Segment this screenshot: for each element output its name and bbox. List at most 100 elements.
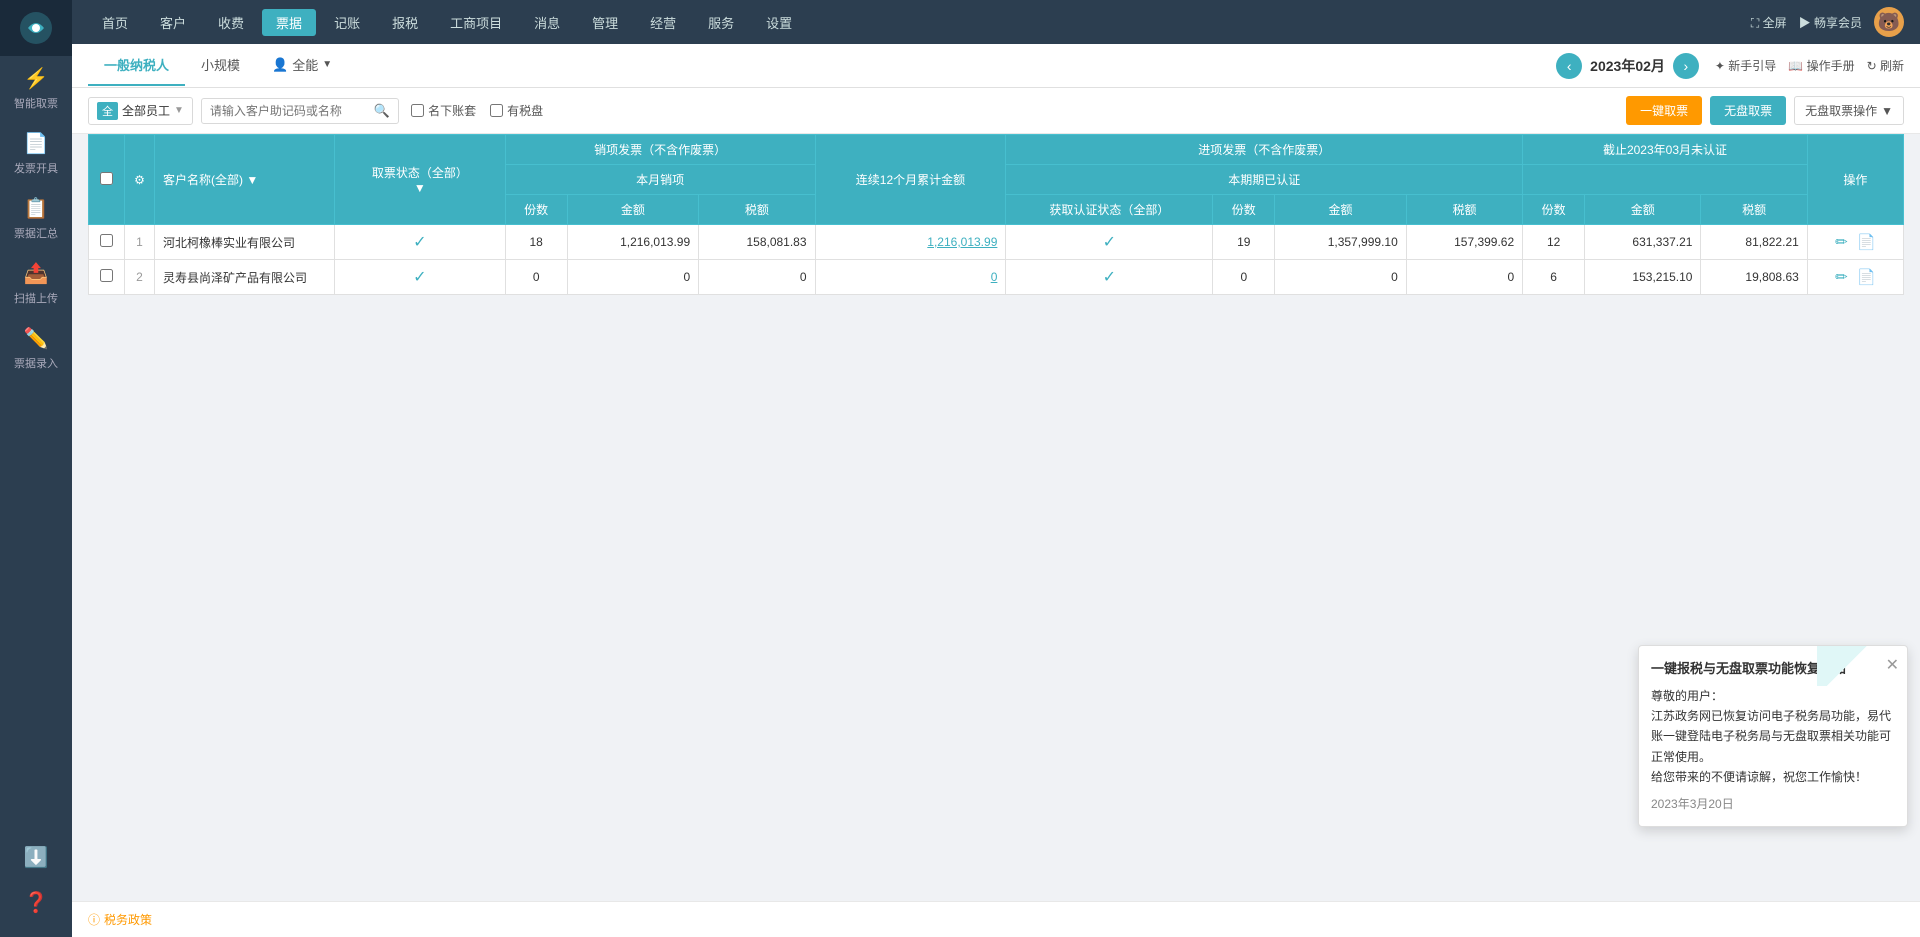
member-button[interactable]: ▶ 畅享会员 [1799,14,1862,31]
manual-button[interactable]: 📖 操作手册 [1788,57,1854,74]
employee-dropdown-icon: ▼ [174,105,184,116]
row1-cert-status: ✓ [1006,225,1213,260]
nav-message[interactable]: 消息 [520,9,574,36]
th-certified: 本期期已认证 [1006,165,1523,195]
row2-cert-tax: 0 [1406,260,1522,295]
tab-general-taxpayer-label: 一般纳税人 [104,55,169,74]
checkbox-has-taxdisk[interactable]: 有税盘 [490,102,543,119]
sidebar-item-issue-invoice[interactable]: 📄 发票开具 [0,121,72,186]
employee-selector[interactable]: 全 全部员工 ▼ [88,97,193,125]
row2-detail-icon[interactable]: 📄 [1857,269,1876,286]
app-logo[interactable] [0,0,72,56]
notif-close-button[interactable]: ✕ [1886,652,1899,679]
row2-sales-amount: 0 [567,260,699,295]
sidebar-item-help[interactable]: ❓ [0,880,72,925]
nav-collection[interactable]: 收费 [204,9,258,36]
period-prev-button[interactable]: ‹ [1556,53,1582,79]
sidebar-item-data-entry[interactable]: ✏️ 票据录入 [0,316,72,381]
row2-cert-status: ✓ [1006,260,1213,295]
invoice-table: ⚙ 客户名称(全部) ▼ 取票状态（全部） ▼ 销项发票（不含作废票） 连续12… [88,134,1904,295]
nav-business[interactable]: 工商项目 [436,9,516,36]
nav-tax[interactable]: 报税 [378,9,432,36]
user-avatar[interactable]: 🐻 [1874,7,1904,37]
th-uncert-tax: 税额 [1701,195,1807,225]
row2-uncert-amount: 153,215.10 [1585,260,1701,295]
employee-label: 全部员工 [122,102,170,119]
search-icon[interactable]: 🔍 [374,103,390,119]
period-navigation: ‹ 2023年02月 › [1556,53,1699,79]
fullscreen-button[interactable]: ⛶ 全屏 [1751,14,1787,31]
subtab-actions: ✦ 新手引导 📖 操作手册 ↻ 刷新 [1715,57,1904,74]
th-cert-status: 获取认证状态（全部） [1006,195,1213,225]
th-uncert-amount: 金额 [1585,195,1701,225]
no-disk-ops-label: 无盘取票操作 [1805,102,1877,119]
smart-fetch-icon: ⚡ [24,66,49,91]
tab-small-scale-label: 小规模 [201,55,240,74]
th-cert-count: 份数 [1213,195,1275,225]
notif-body: 江苏政务网已恢复访问电子税务局功能，易代账一键登陆电子税务局与无盘取票相关功能可… [1651,706,1895,767]
nav-bookkeeping[interactable]: 记账 [320,9,374,36]
nav-customer[interactable]: 客户 [146,9,200,36]
sidebar-item-download[interactable]: ⬇️ [0,835,72,880]
has-taxdisk-checkbox[interactable] [490,104,503,117]
th-customer: 客户名称(全部) ▼ [155,135,335,225]
sidebar-item-smart-fetch[interactable]: ⚡ 智能取票 [0,56,72,121]
sidebar: ⚡ 智能取票 📄 发票开具 📋 票据汇总 📤 扫描上传 ✏️ 票据录入 ⬇️ ❓ [0,0,72,937]
row1-edit-icon[interactable]: ✏ [1835,234,1848,251]
nav-settings[interactable]: 设置 [752,9,806,36]
table-row: 1 河北柯橡棒实业有限公司 ✓ 18 1,216,013.99 158,081.… [89,225,1904,260]
no-disk-fetch-button[interactable]: 无盘取票 [1710,96,1786,125]
row1-detail-icon[interactable]: 📄 [1857,234,1876,251]
period-next-button[interactable]: › [1673,53,1699,79]
sidebar-label-issue-invoice: 发票开具 [14,160,58,176]
period-display: 2023年02月 [1590,56,1665,76]
row2-status-icon: ✓ [413,269,426,286]
select-all-checkbox[interactable] [100,172,113,185]
notif-decoration [1817,646,1877,686]
my-accounts-checkbox[interactable] [411,104,424,117]
tab-small-scale[interactable]: 小规模 [185,45,256,86]
checkbox-my-accounts[interactable]: 名下账套 [411,102,476,119]
notif-greeting: 尊敬的用户： [1651,686,1895,706]
th-cert-amount: 金额 [1275,195,1407,225]
row2-uncert-tax: 19,808.63 [1701,260,1807,295]
tax-policy-icon: ⓘ [88,911,100,928]
th-operations: 操作 [1807,135,1903,225]
th-settings: ⚙ [125,135,155,225]
row2-edit-icon[interactable]: ✏ [1835,269,1848,286]
row1-sales-12m[interactable]: 1,216,013.99 [815,225,1006,260]
nav-management[interactable]: 管理 [578,9,632,36]
row2-customer: 灵寿县尚泽矿产品有限公司 [155,260,335,295]
sidebar-label-data-entry: 票据录入 [14,355,58,371]
download-icon: ⬇️ [24,845,49,870]
row1-cert-amount: 1,357,999.10 [1275,225,1407,260]
has-taxdisk-label: 有税盘 [507,102,543,119]
one-click-fetch-button[interactable]: 一键取票 [1626,96,1702,125]
no-disk-ops-button[interactable]: 无盘取票操作 ▼ [1794,96,1904,125]
new-guide-button[interactable]: ✦ 新手引导 [1715,57,1776,74]
nav-invoice[interactable]: 票据 [262,9,316,36]
tab-general-taxpayer[interactable]: 一般纳税人 [88,45,185,86]
row1-cert-status-icon: ✓ [1103,234,1116,251]
th-sales-group: 销项发票（不含作废票） [505,135,815,165]
row2-sales-12m[interactable]: 0 [815,260,1006,295]
sidebar-item-scan-upload[interactable]: 📤 扫描上传 [0,251,72,316]
search-input[interactable] [210,104,370,118]
row2-checkbox[interactable] [89,260,125,295]
tax-policy-label: 税务政策 [104,911,152,928]
nav-operation[interactable]: 经营 [636,9,690,36]
tab-all[interactable]: 👤 全能 ▼ [256,45,348,86]
nav-home[interactable]: 首页 [88,9,142,36]
tax-policy-link[interactable]: ⓘ 税务政策 [88,911,152,928]
toolbar-buttons: 一键取票 无盘取票 无盘取票操作 ▼ [1626,96,1904,125]
row1-sales-tax: 158,081.83 [699,225,815,260]
top-navigation: 首页 客户 收费 票据 记账 报税 工商项目 消息 管理 经营 服务 设置 ⛶ … [72,0,1920,44]
topnav-right: ⛶ 全屏 ▶ 畅享会员 🐻 [1751,7,1904,37]
refresh-button[interactable]: ↻ 刷新 [1867,57,1904,74]
row2-sales-count: 0 [505,260,567,295]
nav-service[interactable]: 服务 [694,9,748,36]
row1-sales-amount: 1,216,013.99 [567,225,699,260]
sidebar-item-invoice-summary[interactable]: 📋 票据汇总 [0,186,72,251]
row1-checkbox[interactable] [89,225,125,260]
footer-bar: ⓘ 税务政策 [72,901,1920,937]
